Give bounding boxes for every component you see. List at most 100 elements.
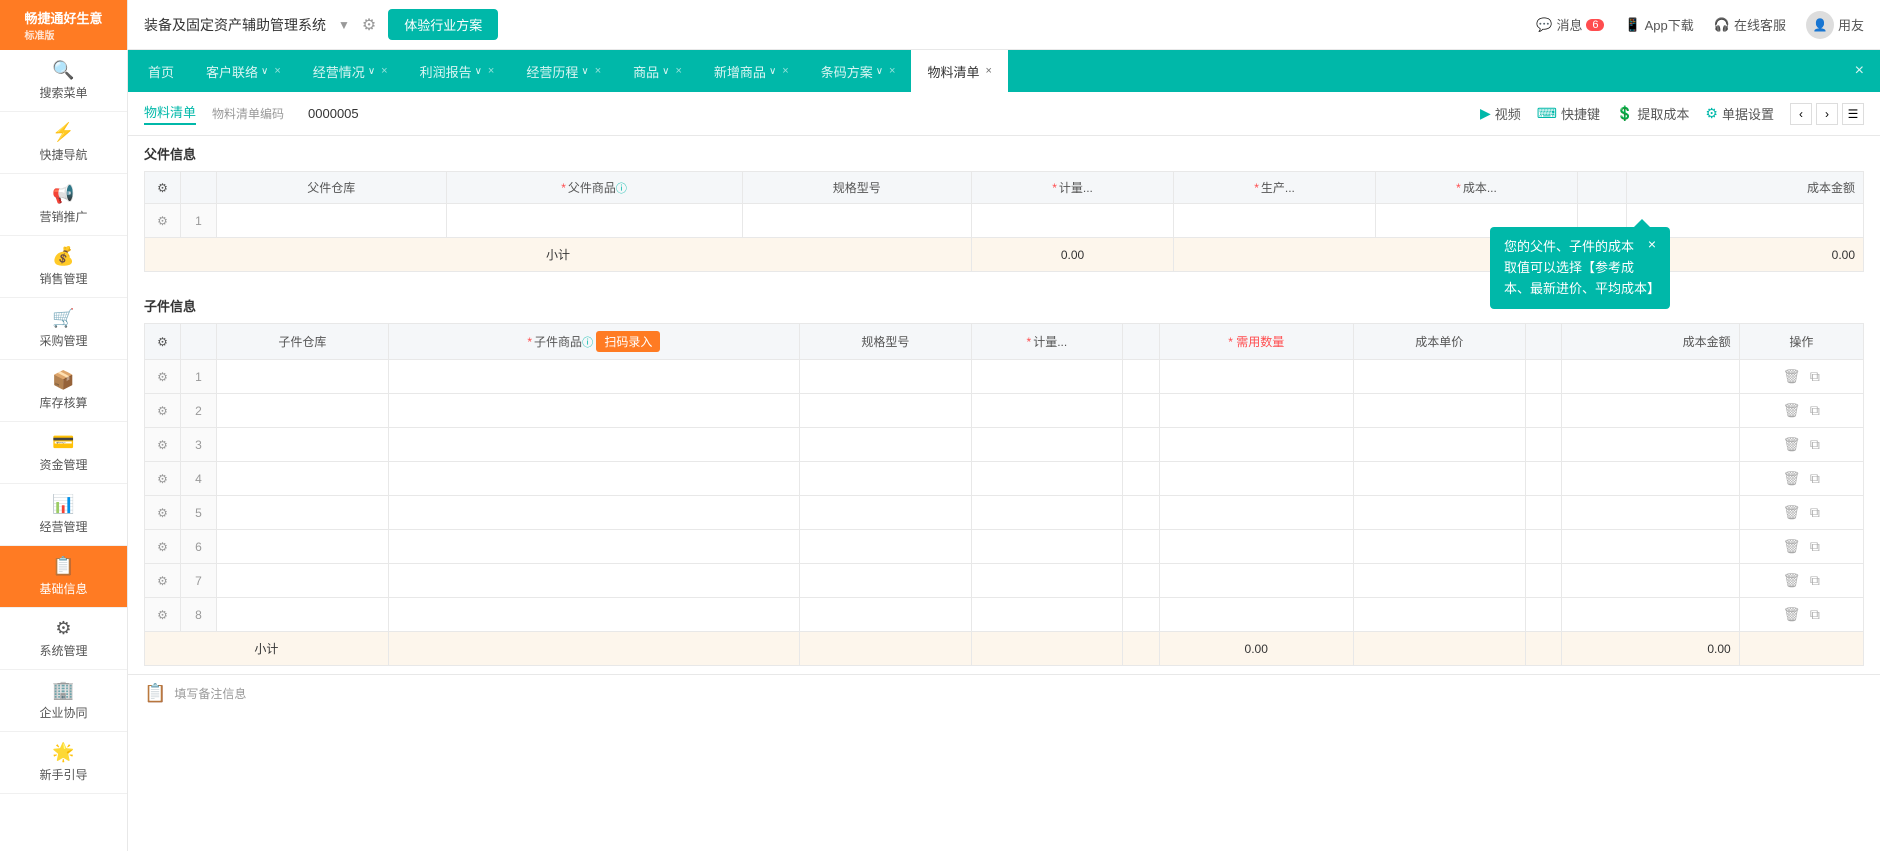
child-row-warehouse[interactable] — [217, 394, 389, 428]
child-row-unit-cost[interactable] — [1353, 530, 1525, 564]
experience-btn[interactable]: 体验行业方案 — [388, 9, 498, 40]
child-row-goods[interactable] — [388, 496, 799, 530]
nav-tab-close-operation_status[interactable]: × — [381, 65, 387, 77]
child-row-spec[interactable] — [800, 496, 972, 530]
view-btn[interactable]: ▶ 视频 — [1480, 104, 1521, 123]
nav-tab-home[interactable]: 首页 — [132, 50, 190, 92]
nav-tab-close-bom[interactable]: × — [986, 65, 992, 77]
parent-row-unit[interactable] — [972, 204, 1174, 238]
copy-btn[interactable]: ⧉ — [1810, 538, 1820, 554]
delete-btn[interactable]: 🗑 — [1783, 538, 1801, 554]
child-row-unit-cost[interactable] — [1353, 564, 1525, 598]
child-row-spec[interactable] — [800, 564, 972, 598]
sidebar-item-enterprise[interactable]: 🏢企业协同 — [0, 670, 127, 732]
nav-tab-barcode[interactable]: 条码方案∨× — [805, 50, 912, 92]
delete-btn[interactable]: 🗑 — [1783, 504, 1801, 520]
child-gear-icon[interactable]: ⚙ — [157, 335, 168, 349]
child-row-qty[interactable] — [1159, 530, 1353, 564]
child-row-unit[interactable] — [971, 496, 1122, 530]
nav-tab-close-customer[interactable]: × — [274, 65, 280, 77]
copy-btn[interactable]: ⧉ — [1810, 504, 1820, 520]
delete-btn[interactable]: 🗑 — [1783, 436, 1801, 452]
parent-row-goods[interactable] — [446, 204, 742, 238]
nav-tab-close-business_history[interactable]: × — [595, 65, 601, 77]
child-row-warehouse[interactable] — [217, 564, 389, 598]
delete-btn[interactable]: 🗑 — [1783, 606, 1801, 622]
prev-arrow-btn[interactable]: ‹ — [1790, 103, 1812, 125]
nav-tab-business_history[interactable]: 经营历程∨× — [510, 50, 617, 92]
sidebar-item-purchase[interactable]: 🛒采购管理 — [0, 298, 127, 360]
sidebar-item-system[interactable]: ⚙系统管理 — [0, 608, 127, 670]
child-row-unit[interactable] — [971, 530, 1122, 564]
next-arrow-btn[interactable]: › — [1816, 103, 1838, 125]
nav-tab-operation_status[interactable]: 经营情况∨× — [297, 50, 404, 92]
nav-tab-close-profit[interactable]: × — [488, 65, 494, 77]
copy-btn[interactable]: ⧉ — [1810, 436, 1820, 452]
child-row-warehouse[interactable] — [217, 428, 389, 462]
child-row-unit[interactable] — [971, 462, 1122, 496]
delete-btn[interactable]: 🗑 — [1783, 572, 1801, 588]
child-row-goods[interactable] — [388, 394, 799, 428]
nav-tab-profit[interactable]: 利润报告∨× — [404, 50, 511, 92]
nav-tab-customer[interactable]: 客户联络∨× — [190, 50, 297, 92]
child-row-unit[interactable] — [971, 394, 1122, 428]
copy-btn[interactable]: ⧉ — [1810, 606, 1820, 622]
child-row-qty[interactable] — [1159, 564, 1353, 598]
child-row-goods[interactable] — [388, 462, 799, 496]
copy-btn[interactable]: ⧉ — [1810, 470, 1820, 486]
message-item[interactable]: 💬 消息 6 — [1536, 15, 1604, 34]
nav-tab-goods[interactable]: 商品∨× — [617, 50, 698, 92]
sidebar-item-operation[interactable]: 📊经营管理 — [0, 484, 127, 546]
sidebar-item-quicknav[interactable]: ⚡快捷导航 — [0, 112, 127, 174]
parent-row-produce[interactable] — [1174, 204, 1376, 238]
child-row-unit-cost[interactable] — [1353, 598, 1525, 632]
child-row-spec[interactable] — [800, 598, 972, 632]
child-row-unit-cost[interactable] — [1353, 496, 1525, 530]
child-row-unit[interactable] — [971, 428, 1122, 462]
nav-tab-add_goods[interactable]: 新增商品∨× — [698, 50, 805, 92]
copy-btn[interactable]: ⧉ — [1810, 368, 1820, 384]
sidebar-item-sales[interactable]: 💰销售管理 — [0, 236, 127, 298]
nav-tabs-close-btn[interactable]: × — [1843, 62, 1876, 80]
sidebar-item-search[interactable]: 🔍搜索菜单 — [0, 50, 127, 112]
parent-row-warehouse[interactable] — [217, 204, 447, 238]
child-row-qty[interactable] — [1159, 428, 1353, 462]
child-row-goods[interactable] — [388, 564, 799, 598]
child-row-spec[interactable] — [800, 462, 972, 496]
child-row-unit[interactable] — [971, 360, 1122, 394]
nav-tab-close-add_goods[interactable]: × — [782, 65, 788, 77]
delete-btn[interactable]: 🗑 — [1783, 368, 1801, 384]
child-row-warehouse[interactable] — [217, 462, 389, 496]
sidebar-item-guide[interactable]: 🌟新手引导 — [0, 732, 127, 794]
child-row-warehouse[interactable] — [217, 496, 389, 530]
child-row-spec[interactable] — [800, 394, 972, 428]
sidebar-item-marketing[interactable]: 📢营销推广 — [0, 174, 127, 236]
child-row-warehouse[interactable] — [217, 530, 389, 564]
child-row-unit[interactable] — [971, 564, 1122, 598]
sidebar-item-basic[interactable]: 📋基础信息 — [0, 546, 127, 608]
child-row-spec[interactable] — [800, 428, 972, 462]
child-row-spec[interactable] — [800, 360, 972, 394]
child-row-qty[interactable] — [1159, 598, 1353, 632]
child-row-warehouse[interactable] — [217, 360, 389, 394]
child-row-unit[interactable] — [971, 598, 1122, 632]
child-row-warehouse[interactable] — [217, 598, 389, 632]
nav-tab-close-barcode[interactable]: × — [889, 65, 895, 77]
child-row-unit-cost[interactable] — [1353, 394, 1525, 428]
child-row-qty[interactable] — [1159, 462, 1353, 496]
expand-btn[interactable]: ☰ — [1842, 103, 1864, 125]
shortcut-btn[interactable]: ⌨ 快捷键 — [1537, 104, 1600, 123]
copy-btn[interactable]: ⧉ — [1810, 572, 1820, 588]
child-row-spec[interactable] — [800, 530, 972, 564]
child-row-goods[interactable] — [388, 530, 799, 564]
online-service-item[interactable]: 🎧 在线客服 — [1714, 15, 1786, 34]
child-row-qty[interactable] — [1159, 394, 1353, 428]
child-row-goods[interactable] — [388, 360, 799, 394]
child-row-qty[interactable] — [1159, 496, 1353, 530]
gear-icon[interactable]: ⚙ — [157, 181, 168, 195]
user-item[interactable]: 👤 用友 — [1806, 11, 1864, 39]
child-row-goods[interactable] — [388, 598, 799, 632]
sidebar-item-inventory[interactable]: 📦库存核算 — [0, 360, 127, 422]
topbar-gear-icon[interactable]: ⚙ — [362, 15, 376, 35]
tooltip-close-btn[interactable]: × — [1648, 237, 1656, 251]
